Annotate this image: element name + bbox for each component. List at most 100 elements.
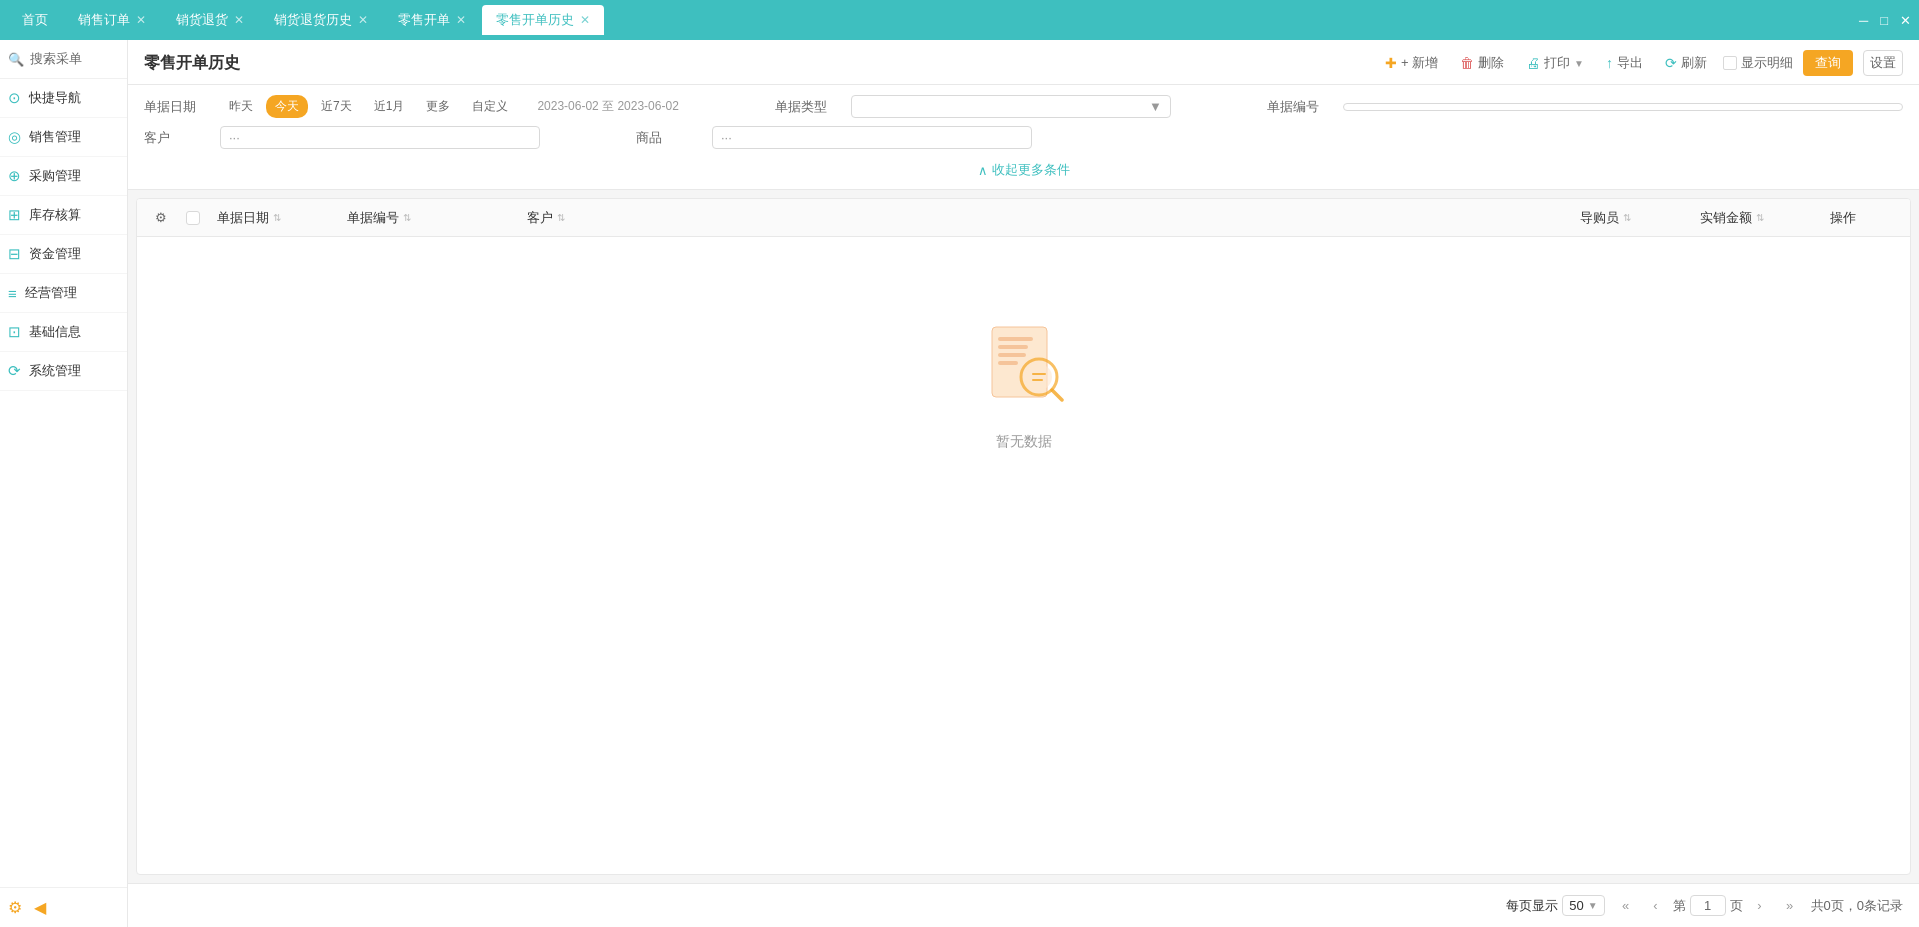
th-amount-label: 实销金额 <box>1700 209 1752 227</box>
print-button[interactable]: 🖨 打印 ▼ <box>1520 51 1590 75</box>
sidebar-item-quick-nav[interactable]: ⊙ 快捷导航 <box>0 79 127 118</box>
th-customer-sort: ⇅ <box>557 212 565 223</box>
sidebar-item-finance[interactable]: ⊟ 资金管理 <box>0 235 127 274</box>
tab-retail-open-history[interactable]: 零售开单历史 ✕ <box>482 5 604 35</box>
page-size-arrow: ▼ <box>1588 900 1598 911</box>
bill-number-label: 单据编号 <box>1267 98 1327 116</box>
more-btn[interactable]: 更多 <box>417 95 459 118</box>
bill-number-input[interactable] <box>1343 103 1903 111</box>
tab-retail-open-history-close[interactable]: ✕ <box>580 13 590 27</box>
page-size-dropdown[interactable]: 50 ▼ <box>1562 895 1604 916</box>
basic-info-icon: ⊡ <box>8 323 21 341</box>
window-maximize[interactable]: □ <box>1880 13 1888 28</box>
page-title: 零售开单历史 <box>144 53 240 74</box>
collapse-label: 收起更多条件 <box>992 161 1070 179</box>
display-cols-toggle[interactable]: 显示明细 <box>1723 54 1793 72</box>
print-label: 打印 <box>1544 54 1570 72</box>
inventory-icon: ⊞ <box>8 206 21 224</box>
tab-sales-return-history-close[interactable]: ✕ <box>358 13 368 27</box>
sidebar-item-operations[interactable]: ≡ 经营管理 <box>0 274 127 313</box>
empty-state: 暂无数据 <box>137 237 1910 531</box>
delete-icon: 🗑 <box>1460 55 1474 71</box>
print-dropdown-icon: ▼ <box>1574 58 1584 69</box>
pagination: 每页显示 50 ▼ « ‹ 第 1 页 › <box>128 883 1919 927</box>
settings-label: 设置 <box>1870 54 1896 72</box>
tab-sales-order[interactable]: 销售订单 ✕ <box>64 5 160 35</box>
prev-page-icon: ‹ <box>1653 898 1657 913</box>
export-button[interactable]: ↑ 导出 <box>1600 51 1649 75</box>
sidebar-item-sales-mgmt[interactable]: ◎ 销售管理 <box>0 118 127 157</box>
th-customer[interactable]: 客户 ⇅ <box>519 209 1572 227</box>
bill-type-label: 单据类型 <box>775 98 835 116</box>
last1month-btn[interactable]: 近1月 <box>365 95 414 118</box>
tab-sales-return[interactable]: 销货退货 ✕ <box>162 5 258 35</box>
pages-label: 页 <box>1730 897 1743 915</box>
query-button[interactable]: 查询 <box>1803 50 1853 76</box>
operations-icon: ≡ <box>8 285 17 302</box>
next-page-icon: › <box>1757 898 1761 913</box>
sidebar-search[interactable]: 🔍 搜索采单 <box>0 40 127 79</box>
tab-sales-return-history-label: 销货退货历史 <box>274 11 352 29</box>
sidebar: 🔍 搜索采单 ⊙ 快捷导航 ◎ 销售管理 ⊕ 采购管理 ⊞ 库存核算 ⊟ 资金管… <box>0 40 128 927</box>
tab-sales-order-label: 销售订单 <box>78 11 130 29</box>
add-label: + 新增 <box>1401 54 1438 72</box>
th-number-sort: ⇅ <box>403 212 411 223</box>
th-guide[interactable]: 导购员 ⇅ <box>1572 209 1692 227</box>
window-close[interactable]: ✕ <box>1900 13 1911 28</box>
goods-input[interactable]: ··· <box>712 126 1032 149</box>
refresh-button[interactable]: ⟳ 刷新 <box>1659 51 1713 75</box>
tab-sales-order-close[interactable]: ✕ <box>136 13 146 27</box>
today-btn[interactable]: 今天 <box>266 95 308 118</box>
bill-type-select[interactable]: ▼ <box>851 95 1171 118</box>
query-label: 查询 <box>1815 54 1841 72</box>
th-number[interactable]: 单据编号 ⇅ <box>339 209 519 227</box>
goods-filter-label: 商品 <box>636 129 696 147</box>
th-customer-label: 客户 <box>527 209 553 227</box>
last7days-btn[interactable]: 近7天 <box>312 95 361 118</box>
customer-input[interactable]: ··· <box>220 126 540 149</box>
svg-rect-4 <box>998 361 1018 365</box>
first-page-icon: « <box>1622 898 1629 913</box>
add-icon: ✚ <box>1385 55 1397 71</box>
current-page-label: 第 <box>1673 897 1686 915</box>
yesterday-btn[interactable]: 昨天 <box>220 95 262 118</box>
sidebar-item-system[interactable]: ⟳ 系统管理 <box>0 352 127 391</box>
customer-filter-label: 客户 <box>144 129 204 147</box>
purchase-mgmt-icon: ⊕ <box>8 167 21 185</box>
custom-btn[interactable]: 自定义 <box>463 95 517 118</box>
first-page-btn[interactable]: « <box>1613 893 1639 919</box>
select-all-checkbox[interactable] <box>177 211 209 225</box>
th-amount[interactable]: 实销金额 ⇅ <box>1692 209 1822 227</box>
tab-sales-return-close[interactable]: ✕ <box>234 13 244 27</box>
display-cols-checkbox <box>1723 56 1737 70</box>
tab-sales-return-history[interactable]: 销货退货历史 ✕ <box>260 5 382 35</box>
settings-icon[interactable]: ⚙ <box>8 898 22 917</box>
finance-icon: ⊟ <box>8 245 21 263</box>
last-page-btn[interactable]: » <box>1777 893 1803 919</box>
settings-button[interactable]: 设置 <box>1863 50 1903 76</box>
sidebar-item-basic-info[interactable]: ⊡ 基础信息 <box>0 313 127 352</box>
collapse-sidebar-icon[interactable]: ◀ <box>34 898 46 917</box>
tab-retail-open[interactable]: 零售开单 ✕ <box>384 5 480 35</box>
th-date[interactable]: 单据日期 ⇅ <box>209 209 339 227</box>
filter-row-2: 客户 ··· 商品 ··· <box>144 126 1903 149</box>
sidebar-item-purchase-mgmt[interactable]: ⊕ 采购管理 <box>0 157 127 196</box>
display-cols-label: 显示明细 <box>1741 54 1793 72</box>
per-page-label: 每页显示 <box>1506 897 1558 915</box>
delete-button[interactable]: 🗑 删除 <box>1454 51 1510 75</box>
add-button[interactable]: ✚ + 新增 <box>1379 51 1444 75</box>
tab-home[interactable]: 首页 <box>8 5 62 35</box>
sidebar-item-system-label: 系统管理 <box>29 362 81 380</box>
svg-line-7 <box>1052 390 1062 400</box>
th-action: 操作 <box>1822 209 1902 227</box>
page-number-input[interactable]: 1 <box>1690 895 1726 916</box>
tab-list: 首页 销售订单 ✕ 销货退货 ✕ 销货退货历史 ✕ 零售开单 ✕ 零售开单历史 … <box>8 5 1859 35</box>
tab-retail-open-close[interactable]: ✕ <box>456 13 466 27</box>
prev-page-btn[interactable]: ‹ <box>1643 893 1669 919</box>
system-icon: ⟳ <box>8 362 21 380</box>
column-settings-btn[interactable]: ⚙ <box>145 210 177 225</box>
next-page-btn[interactable]: › <box>1747 893 1773 919</box>
window-minimize[interactable]: ─ <box>1859 13 1868 28</box>
sidebar-item-inventory[interactable]: ⊞ 库存核算 <box>0 196 127 235</box>
collapse-filter-btn[interactable]: ∧ 收起更多条件 <box>144 157 1903 183</box>
